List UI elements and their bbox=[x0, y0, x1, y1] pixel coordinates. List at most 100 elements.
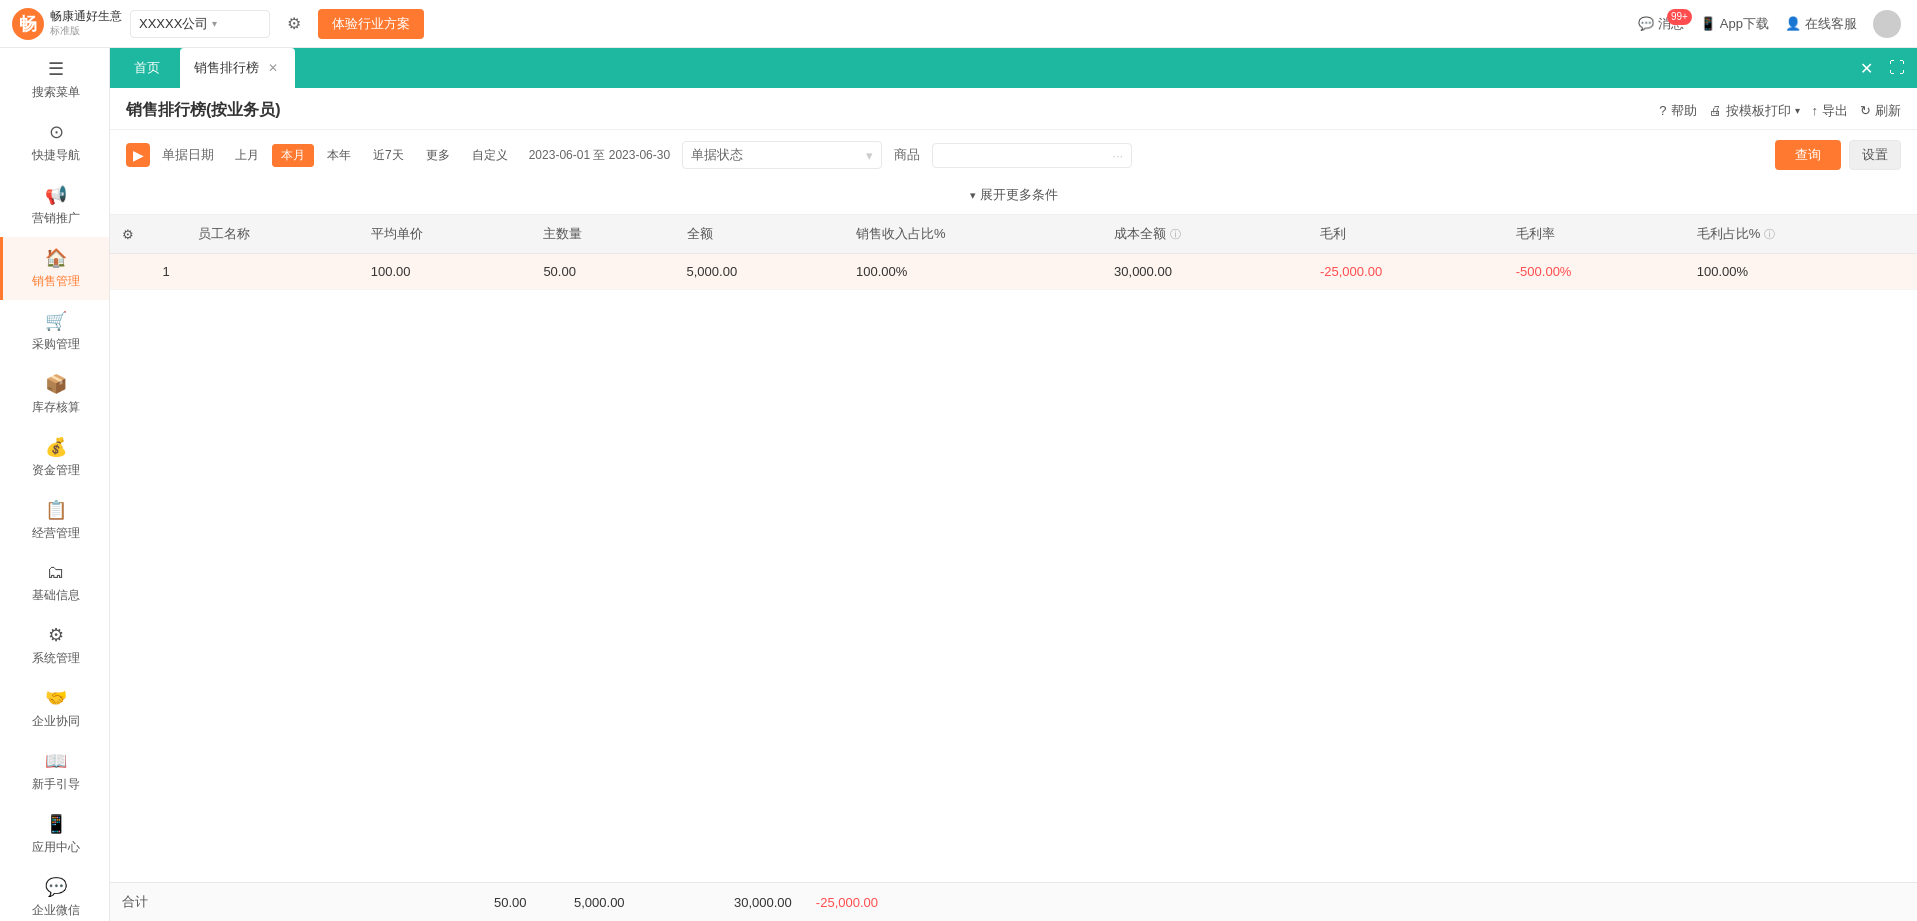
col-main-qty: 主数量 bbox=[531, 215, 674, 254]
goods-filter[interactable]: ··· bbox=[932, 143, 1132, 168]
query-button[interactable]: 查询 bbox=[1775, 140, 1841, 170]
sidebar-label-sales: 销售管理 bbox=[32, 273, 80, 290]
search-orders-icon: ☰ bbox=[48, 58, 64, 80]
cost-info-icon[interactable]: ⓘ bbox=[1170, 228, 1181, 240]
sidebar-label-inventory: 库存核算 bbox=[32, 399, 80, 416]
settings-icon[interactable]: ⚙ bbox=[122, 227, 134, 242]
sidebar-label-app-center: 应用中心 bbox=[32, 839, 80, 856]
tab-bar: 首页 销售排行榜 ✕ ✕ ⛶ bbox=[110, 48, 1917, 88]
sidebar-item-enterprise[interactable]: 🤝 企业协同 bbox=[0, 677, 109, 740]
help-label: 帮助 bbox=[1671, 102, 1697, 120]
sidebar-label-wechat: 企业微信 bbox=[32, 902, 80, 919]
last-month-btn[interactable]: 上月 bbox=[226, 144, 268, 167]
footer-label: 合计 bbox=[122, 893, 222, 911]
date-shortcuts: 上月 本月 本年 近7天 更多 自定义 bbox=[226, 144, 517, 167]
col-rank bbox=[146, 215, 186, 254]
sidebar-item-search-orders[interactable]: ☰ 搜索菜单 bbox=[0, 48, 109, 111]
custom-date-btn[interactable]: 自定义 bbox=[463, 144, 517, 167]
app-download-icon: 📱 bbox=[1700, 16, 1716, 31]
sidebar-item-wechat[interactable]: 💬 企业微信 bbox=[0, 866, 109, 921]
system-icon: ⚙ bbox=[48, 624, 64, 646]
window-maximize-icon[interactable]: ⛶ bbox=[1885, 55, 1909, 81]
sidebar-item-sales[interactable]: 🏠 销售管理 bbox=[0, 237, 109, 300]
gross-pct-info-icon[interactable]: ⓘ bbox=[1764, 228, 1775, 240]
sidebar-label-enterprise: 企业协同 bbox=[32, 713, 80, 730]
col-amount: 全额 bbox=[675, 215, 845, 254]
expand-label: 展开更多条件 bbox=[980, 186, 1058, 204]
export-button[interactable]: ↑ 导出 bbox=[1812, 102, 1849, 120]
tab-sales-ranking[interactable]: 销售排行榜 ✕ bbox=[180, 48, 295, 88]
expand-more-button[interactable]: ▾ 展开更多条件 bbox=[970, 186, 1058, 204]
col-avg-price: 平均单价 bbox=[359, 215, 532, 254]
cell-gross-rate: -500.00% bbox=[1504, 254, 1685, 290]
top-bar-right: 💬 消息 99+ 📱 App下载 👤 在线客服 bbox=[1638, 10, 1905, 38]
enterprise-icon: 🤝 bbox=[45, 687, 67, 709]
status-filter-chevron: ▾ bbox=[866, 148, 873, 163]
sidebar-item-system[interactable]: ⚙ 系统管理 bbox=[0, 614, 109, 677]
message-button[interactable]: 💬 消息 99+ bbox=[1638, 15, 1684, 33]
finance-icon: 💰 bbox=[45, 436, 67, 458]
sidebar-item-operations[interactable]: 📋 经营管理 bbox=[0, 489, 109, 552]
this-month-btn[interactable]: 本月 bbox=[272, 144, 314, 167]
filter-arrow-button[interactable]: ▶ bbox=[126, 143, 150, 167]
app-download-button[interactable]: 📱 App下载 bbox=[1700, 15, 1769, 33]
sidebar-item-purchase[interactable]: 🛒 采购管理 bbox=[0, 300, 109, 363]
logo: 畅 畅康通好生意 标准版 bbox=[12, 8, 122, 40]
basic-info-icon: 🗂 bbox=[47, 562, 65, 583]
sidebar-label-guide: 新手引导 bbox=[32, 776, 80, 793]
page-header: 销售排行榜(按业务员) ? 帮助 🖨 按模板打印 ▾ ↑ 导出 bbox=[110, 88, 1917, 130]
col-settings: ⚙ bbox=[110, 215, 146, 254]
date-filter-label: 单据日期 bbox=[162, 146, 214, 164]
help-button[interactable]: ? 帮助 bbox=[1659, 102, 1696, 120]
sidebar-item-marketing[interactable]: 📢 营销推广 bbox=[0, 174, 109, 237]
cell-gross: -25,000.00 bbox=[1308, 254, 1504, 290]
print-button[interactable]: 🖨 按模板打印 ▾ bbox=[1709, 102, 1800, 120]
status-filter[interactable]: 单据状态 ▾ bbox=[682, 141, 882, 169]
table-header-row: ⚙ 员工名称 平均单价 主数量 bbox=[110, 215, 1917, 254]
window-close-icon[interactable]: ✕ bbox=[1856, 55, 1877, 82]
app-download-label: App下载 bbox=[1720, 15, 1769, 33]
marketing-icon: 📢 bbox=[45, 184, 67, 206]
cell-settings bbox=[110, 254, 146, 290]
online-service-button[interactable]: 👤 在线客服 bbox=[1785, 15, 1857, 33]
avatar-area[interactable] bbox=[1873, 10, 1905, 38]
cell-rank: 1 bbox=[146, 254, 186, 290]
message-icon: 💬 bbox=[1638, 16, 1654, 31]
table-area: ⚙ 员工名称 平均单价 主数量 bbox=[110, 215, 1917, 882]
refresh-button[interactable]: ↻ 刷新 bbox=[1860, 102, 1901, 120]
tab-close-icon[interactable]: ✕ bbox=[265, 60, 281, 76]
settings-icon[interactable]: ⚙ bbox=[278, 8, 310, 40]
col-gross: 毛利 bbox=[1308, 215, 1504, 254]
col-employee-name: 员工名称 bbox=[186, 215, 359, 254]
wechat-icon: 💬 bbox=[45, 876, 67, 898]
sidebar-label-search-orders: 搜索菜单 bbox=[32, 84, 80, 101]
logo-text: 畅康通好生意 bbox=[50, 9, 122, 25]
tab-home[interactable]: 首页 bbox=[118, 48, 176, 88]
sidebar-item-guide[interactable]: 📖 新手引导 bbox=[0, 740, 109, 803]
table-footer: 合计 50.00 5,000.00 30,000.00 -25,000.00 bbox=[110, 882, 1917, 921]
more-date-btn[interactable]: 更多 bbox=[417, 144, 459, 167]
company-selector[interactable]: XXXXX公司 ▾ bbox=[130, 10, 270, 38]
goods-filter-label: 商品 bbox=[894, 146, 920, 164]
ranking-table: ⚙ 员工名称 平均单价 主数量 bbox=[110, 215, 1917, 290]
settings-button[interactable]: 设置 bbox=[1849, 140, 1901, 170]
inventory-icon: 📦 bbox=[45, 373, 67, 395]
col-cost: 成本全额 ⓘ bbox=[1102, 215, 1308, 254]
company-name: XXXXX公司 bbox=[139, 15, 208, 33]
sales-icon: 🏠 bbox=[45, 247, 67, 269]
sidebar-item-basic-info[interactable]: 🗂 基础信息 bbox=[0, 552, 109, 614]
page-header-actions: ? 帮助 🖨 按模板打印 ▾ ↑ 导出 ↻ 刷新 bbox=[1659, 102, 1901, 120]
expand-more-row: ▾ 展开更多条件 bbox=[126, 170, 1901, 204]
footer-cost: 30,000.00 bbox=[722, 895, 804, 910]
refresh-icon: ↻ bbox=[1860, 103, 1871, 118]
trial-button[interactable]: 体验行业方案 bbox=[318, 9, 424, 39]
sidebar-item-finance[interactable]: 💰 资金管理 bbox=[0, 426, 109, 489]
sidebar-item-quick-nav[interactable]: ⊙ 快捷导航 bbox=[0, 111, 109, 174]
print-dropdown-icon: ▾ bbox=[1795, 105, 1800, 116]
operations-icon: 📋 bbox=[45, 499, 67, 521]
sidebar-item-app-center[interactable]: 📱 应用中心 bbox=[0, 803, 109, 866]
last-7-days-btn[interactable]: 近7天 bbox=[364, 144, 413, 167]
sidebar-label-basic-info: 基础信息 bbox=[32, 587, 80, 604]
sidebar-item-inventory[interactable]: 📦 库存核算 bbox=[0, 363, 109, 426]
this-year-btn[interactable]: 本年 bbox=[318, 144, 360, 167]
